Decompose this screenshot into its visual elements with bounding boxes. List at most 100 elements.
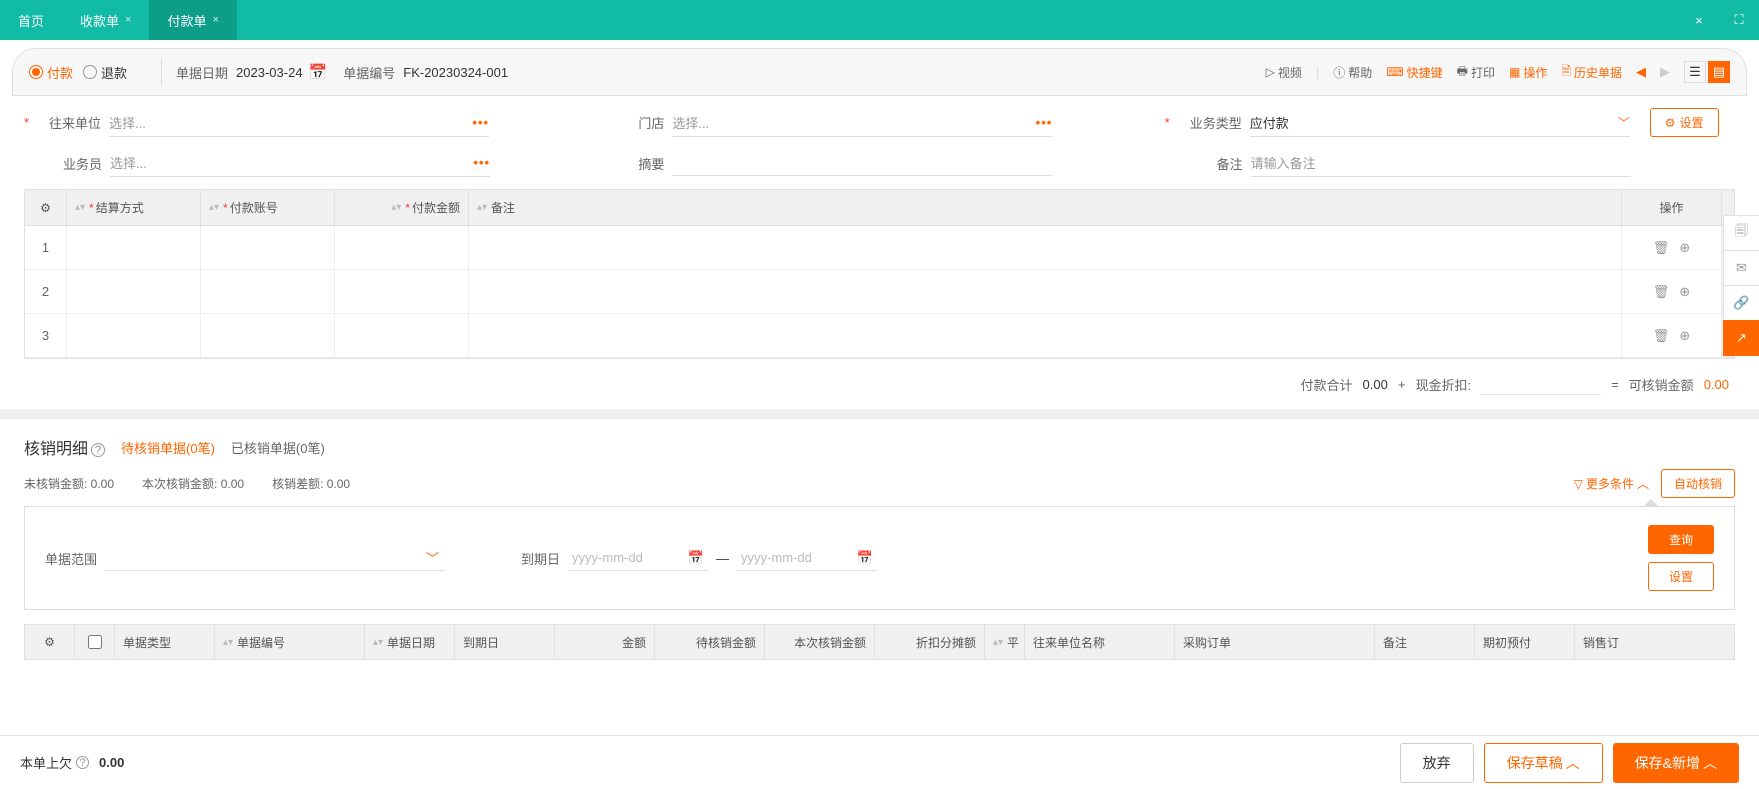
sidebar-link-icon[interactable]: 🔗 xyxy=(1723,285,1759,321)
help-button[interactable]: ⓘ帮助 xyxy=(1333,64,1372,81)
gear-column[interactable]: ⚙ xyxy=(25,190,67,225)
col-settle[interactable]: ▴▾*结算方式 xyxy=(67,190,201,225)
col-prepay[interactable]: 期初预付 xyxy=(1475,625,1575,659)
col-hedge[interactable]: ▴▾平 xyxy=(985,625,1025,659)
col-po[interactable]: 采购订单 xyxy=(1175,625,1375,659)
operate-button[interactable]: ▦操作 xyxy=(1509,64,1547,81)
col-account[interactable]: ▴▾*付款账号 xyxy=(201,190,335,225)
date-from-input[interactable]: yyyy-mm-dd📅 xyxy=(568,545,708,571)
dash: — xyxy=(716,551,729,566)
col-date[interactable]: ▴▾单据日期 xyxy=(365,625,455,659)
col-type[interactable]: 单据类型 xyxy=(115,625,215,659)
calendar-icon[interactable]: 📅 xyxy=(857,550,873,566)
wo-tab-done[interactable]: 已核销单据(0笔) xyxy=(231,438,325,457)
cell-settle[interactable] xyxy=(67,314,201,357)
summary-input[interactable] xyxy=(672,150,1052,176)
print-button[interactable]: 🖶打印 xyxy=(1457,62,1495,83)
cell-account[interactable] xyxy=(201,314,335,357)
col-pending[interactable]: 待核销金额 xyxy=(655,625,765,659)
radio-payment[interactable]: 付款 xyxy=(29,63,73,82)
delete-icon[interactable]: 🗑 xyxy=(1653,284,1670,300)
divider xyxy=(161,58,162,86)
discount-input[interactable] xyxy=(1481,373,1601,395)
setting-button[interactable]: ⚙设置 xyxy=(1650,108,1719,137)
auto-writeoff-button[interactable]: 自动核销 xyxy=(1661,469,1735,498)
col-current-label: 本次核销金额 xyxy=(794,634,866,651)
cell-settle[interactable] xyxy=(67,226,201,269)
help-icon[interactable]: ? xyxy=(91,443,105,457)
table-row[interactable]: 2 🗑⊕ xyxy=(25,270,1734,314)
more-conditions-link[interactable]: ▽更多条件︿ xyxy=(1574,475,1649,492)
view-list-button[interactable]: ☰ xyxy=(1684,61,1706,83)
table-row[interactable]: 1 🗑⊕ xyxy=(25,226,1734,270)
gear-column[interactable]: ⚙ xyxy=(25,625,75,659)
query-button[interactable]: 查询 xyxy=(1648,525,1714,554)
tab-receipt[interactable]: 收款单× xyxy=(62,0,149,40)
summary-row: 付款合计 0.00 + 现金折扣: = 可核销金额 0.00 xyxy=(0,359,1759,409)
shortcut-button[interactable]: ⌨快捷键 xyxy=(1386,64,1442,81)
save-draft-button[interactable]: 保存草稿︿ xyxy=(1484,743,1603,783)
add-icon[interactable]: ⊕ xyxy=(1679,284,1690,300)
select-all-checkbox[interactable] xyxy=(88,635,102,649)
party-input[interactable]: 选择...••• xyxy=(109,109,489,137)
table-row[interactable]: 3 🗑⊕ xyxy=(25,314,1734,358)
add-icon[interactable]: ⊕ xyxy=(1679,240,1690,256)
range-dropdown[interactable]: ﹀ xyxy=(105,545,445,571)
biztype-input[interactable]: 应付款﹀ xyxy=(1250,109,1630,137)
store-input[interactable]: 选择...••• xyxy=(672,109,1052,137)
col-amount2[interactable]: 金额 xyxy=(555,625,655,659)
col-remark2[interactable]: 备注 xyxy=(1375,625,1475,659)
cell-account[interactable] xyxy=(201,226,335,269)
save-new-button[interactable]: 保存&新增︿ xyxy=(1613,743,1739,783)
sidebar-draft-icon[interactable]: 🗐 xyxy=(1723,215,1759,251)
filter-setting-button[interactable]: 设置 xyxy=(1648,562,1714,591)
close-window-icon[interactable]: × xyxy=(1679,0,1719,40)
col-so[interactable]: 销售订 xyxy=(1575,625,1734,659)
date-value[interactable]: 2023-03-24 xyxy=(236,65,303,80)
col-remark[interactable]: ▴▾备注 xyxy=(469,190,1622,225)
cell-remark[interactable] xyxy=(469,270,1622,313)
col-discshare[interactable]: 折扣分摊额 xyxy=(875,625,985,659)
prev-icon[interactable]: ◀ xyxy=(1636,64,1646,80)
close-icon[interactable]: × xyxy=(125,14,131,26)
sidebar-expand-icon[interactable]: ↗ xyxy=(1723,320,1759,356)
cell-remark[interactable] xyxy=(469,314,1622,357)
add-icon[interactable]: ⊕ xyxy=(1679,328,1690,344)
shortcut-label: 快捷键 xyxy=(1407,64,1443,81)
col-no[interactable]: ▴▾单据编号 xyxy=(215,625,365,659)
video-button[interactable]: ▷视频 xyxy=(1266,64,1302,81)
tab-payment[interactable]: 付款单× xyxy=(149,0,236,40)
next-icon[interactable]: ▶ xyxy=(1660,64,1670,80)
delete-icon[interactable]: 🗑 xyxy=(1653,328,1670,344)
ellipsis-icon[interactable]: ••• xyxy=(1036,115,1053,130)
delete-icon[interactable]: 🗑 xyxy=(1653,240,1670,256)
checkbox-column[interactable] xyxy=(75,625,115,659)
wo-tab-pending[interactable]: 待核销单据(0笔) xyxy=(121,438,215,457)
cell-account[interactable] xyxy=(201,270,335,313)
col-partyname[interactable]: 往来单位名称 xyxy=(1025,625,1175,659)
help-icon[interactable]: ? xyxy=(76,756,89,769)
expand-icon[interactable]: ⛶ xyxy=(1719,0,1759,40)
view-detail-button[interactable]: ▤ xyxy=(1708,61,1730,83)
radio-refund[interactable]: 退款 xyxy=(83,63,127,82)
cell-amount[interactable] xyxy=(335,314,469,357)
calendar-icon[interactable]: 📅 xyxy=(309,63,328,81)
col-amount[interactable]: ▴▾*付款金额 xyxy=(335,190,469,225)
cell-remark[interactable] xyxy=(469,226,1622,269)
sidebar-message-icon[interactable]: ✉ xyxy=(1723,250,1759,286)
history-button[interactable]: 🗎历史单据 xyxy=(1561,62,1622,83)
cell-amount[interactable] xyxy=(335,226,469,269)
calendar-icon[interactable]: 📅 xyxy=(688,550,704,566)
salesman-input[interactable]: 选择...••• xyxy=(110,149,490,177)
col-due[interactable]: 到期日 xyxy=(455,625,555,659)
date-to-input[interactable]: yyyy-mm-dd📅 xyxy=(737,545,877,571)
cell-amount[interactable] xyxy=(335,270,469,313)
ellipsis-icon[interactable]: ••• xyxy=(472,115,489,130)
discard-button[interactable]: 放弃 xyxy=(1400,743,1474,783)
cell-settle[interactable] xyxy=(67,270,201,313)
ellipsis-icon[interactable]: ••• xyxy=(473,155,490,170)
col-current[interactable]: 本次核销金额 xyxy=(765,625,875,659)
remark-input[interactable]: 请输入备注 xyxy=(1251,149,1631,177)
close-icon[interactable]: × xyxy=(212,14,218,26)
tab-home[interactable]: 首页 xyxy=(0,0,62,40)
